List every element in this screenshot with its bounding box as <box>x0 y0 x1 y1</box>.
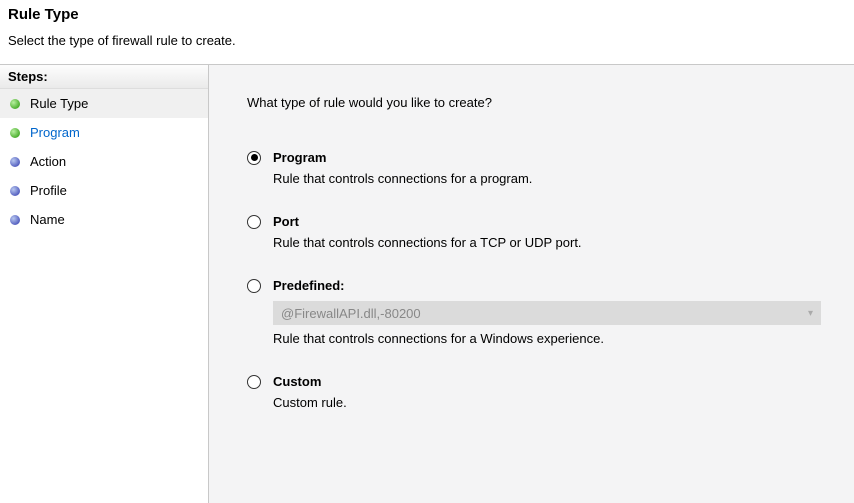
option-desc: Rule that controls connections for a TCP… <box>273 235 821 250</box>
step-label: Rule Type <box>30 96 88 111</box>
radio-port[interactable] <box>247 215 261 229</box>
option-desc: Rule that controls connections for a pro… <box>273 171 821 186</box>
radio-predefined[interactable] <box>247 279 261 293</box>
step-label: Name <box>30 212 65 227</box>
dropdown-value: @FirewallAPI.dll,-80200 <box>281 306 421 321</box>
option-label: Custom <box>273 374 321 389</box>
chevron-down-icon: ▾ <box>808 308 813 319</box>
predefined-dropdown[interactable]: @FirewallAPI.dll,-80200 ▾ <box>273 301 821 325</box>
steps-list: Rule Type Program Action Profile Name <box>0 89 208 234</box>
bullet-icon <box>10 215 20 225</box>
main-prompt: What type of rule would you like to crea… <box>247 95 821 110</box>
step-name[interactable]: Name <box>0 205 208 234</box>
option-head[interactable]: Custom <box>247 374 821 389</box>
option-custom: Custom Custom rule. <box>247 374 821 410</box>
step-label: Action <box>30 154 66 169</box>
steps-heading: Steps: <box>0 65 208 89</box>
bullet-icon <box>10 99 20 109</box>
page-title: Rule Type <box>8 6 846 23</box>
step-label: Profile <box>30 183 67 198</box>
option-head[interactable]: Port <box>247 214 821 229</box>
option-label: Predefined: <box>273 278 345 293</box>
steps-sidebar: Steps: Rule Type Program Action Profile … <box>0 64 208 503</box>
page-subtitle: Select the type of firewall rule to crea… <box>8 33 846 48</box>
option-head[interactable]: Predefined: <box>247 278 821 293</box>
option-label: Program <box>273 150 326 165</box>
main-panel: What type of rule would you like to crea… <box>208 64 854 503</box>
step-label: Program <box>30 125 80 140</box>
option-port: Port Rule that controls connections for … <box>247 214 821 250</box>
step-action[interactable]: Action <box>0 147 208 176</box>
option-desc: Rule that controls connections for a Win… <box>273 331 821 346</box>
step-profile[interactable]: Profile <box>0 176 208 205</box>
content-wrap: Steps: Rule Type Program Action Profile … <box>0 64 854 503</box>
option-head[interactable]: Program <box>247 150 821 165</box>
bullet-icon <box>10 157 20 167</box>
bullet-icon <box>10 128 20 138</box>
option-program: Program Rule that controls connections f… <box>247 150 821 186</box>
bullet-icon <box>10 186 20 196</box>
radio-program[interactable] <box>247 151 261 165</box>
page-header: Rule Type Select the type of firewall ru… <box>0 0 854 64</box>
radio-custom[interactable] <box>247 375 261 389</box>
step-rule-type[interactable]: Rule Type <box>0 89 208 118</box>
option-predefined: Predefined: @FirewallAPI.dll,-80200 ▾ Ru… <box>247 278 821 346</box>
option-desc: Custom rule. <box>273 395 821 410</box>
option-label: Port <box>273 214 299 229</box>
step-program[interactable]: Program <box>0 118 208 147</box>
